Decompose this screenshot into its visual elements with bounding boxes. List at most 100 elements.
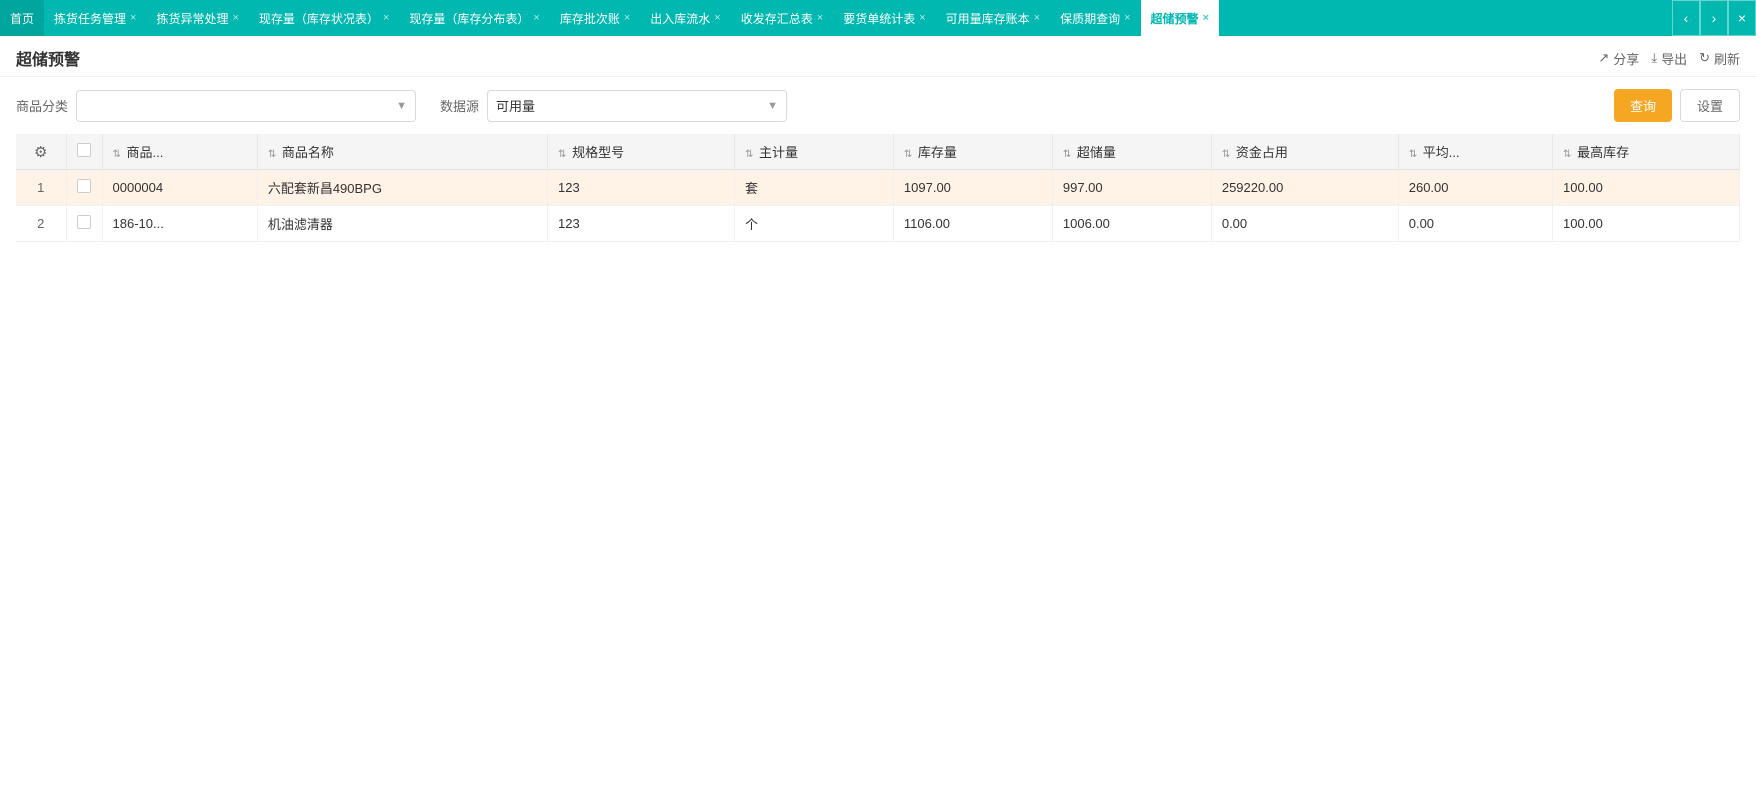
chevron-down-icon: ▼ [396, 100, 407, 112]
refresh-button[interactable]: ↻ 刷新 [1699, 49, 1740, 68]
overstock-table: ⚙ ⇅ 商品... ⇅ 商品名称 ⇅ 规格型号 ⇅ [16, 134, 1740, 242]
nav-item-flow[interactable]: 出入库流水 × [640, 0, 730, 36]
nav-item-stock-status[interactable]: 现存量（库存状况表） × [249, 0, 399, 36]
close-icon[interactable]: × [624, 12, 630, 24]
th-avg[interactable]: ⇅ 平均... [1398, 134, 1552, 170]
table-row: 2 186-10... 机油滤清器 123 个 1106.00 1006.00 … [16, 206, 1740, 242]
data-source-select[interactable]: 可用量 ▼ [487, 90, 787, 122]
share-icon: ↗ [1598, 50, 1609, 66]
unit: 套 [734, 170, 893, 206]
nav-item-expiry[interactable]: 保质期查询 × [1050, 0, 1140, 36]
th-over-qty[interactable]: ⇅ 超储量 [1052, 134, 1211, 170]
header-actions: ↗ 分享 ⤓ 导出 ↻ 刷新 [1598, 49, 1740, 68]
nav-item-exception[interactable]: 拣货异常处理 × [146, 0, 248, 36]
gear-icon[interactable]: ⚙ [34, 144, 47, 161]
close-icon[interactable]: × [533, 12, 539, 24]
page-header: 超储预警 ↗ 分享 ⤓ 导出 ↻ 刷新 [0, 36, 1756, 77]
close-icon[interactable]: × [1034, 12, 1040, 24]
data-source-filter: 数据源 可用量 ▼ [440, 90, 787, 122]
nav-item-task-mgmt[interactable]: 拣货任务管理 × [44, 0, 146, 36]
sort-icon: ⇅ [558, 149, 566, 160]
th-max-stock[interactable]: ⇅ 最高库存 [1553, 134, 1740, 170]
data-source-value: 可用量 [496, 96, 535, 115]
settings-button[interactable]: 设置 [1680, 89, 1740, 122]
th-stock-qty[interactable]: ⇅ 库存量 [893, 134, 1052, 170]
product-name: 机油滤清器 [257, 206, 547, 242]
avg: 260.00 [1398, 170, 1552, 206]
close-icon[interactable]: × [232, 12, 238, 24]
th-product-code[interactable]: ⇅ 商品... [102, 134, 257, 170]
filter-area: 商品分类 ▼ 数据源 可用量 ▼ 查询 设置 [0, 77, 1756, 134]
sort-icon: ⇅ [745, 149, 753, 160]
row-checkbox[interactable] [77, 215, 91, 229]
nav-close-button[interactable]: × [1728, 0, 1756, 36]
th-capital[interactable]: ⇅ 资金占用 [1211, 134, 1398, 170]
query-button[interactable]: 查询 [1614, 89, 1672, 122]
close-icon[interactable]: × [1203, 12, 1209, 24]
nav-item-home[interactable]: 首页 [0, 0, 44, 36]
th-unit[interactable]: ⇅ 主计量 [734, 134, 893, 170]
close-icon[interactable]: × [1124, 12, 1130, 24]
nav-item-summary[interactable]: 收发存汇总表 × [731, 0, 833, 36]
sort-icon: ⇅ [1563, 149, 1571, 160]
close-icon[interactable]: × [714, 12, 720, 24]
product-code: 186-10... [102, 206, 257, 242]
refresh-icon: ↻ [1699, 50, 1710, 66]
spec: 123 [548, 206, 735, 242]
filter-buttons: 查询 设置 [1614, 89, 1740, 122]
row-checkbox-cell[interactable] [66, 170, 102, 206]
nav-item-avail-stock[interactable]: 可用量库存账本 × [936, 0, 1050, 36]
chevron-down-icon: ▼ [767, 100, 778, 112]
top-navigation: 首页 拣货任务管理 × 拣货异常处理 × 现存量（库存状况表） × 现存量（库存… [0, 0, 1756, 36]
row-checkbox[interactable] [77, 179, 91, 193]
sort-icon: ⇅ [1409, 149, 1417, 160]
nav-item-overstock[interactable]: 超储预警 × [1141, 0, 1219, 36]
th-index: ⚙ [16, 134, 66, 170]
nav-item-order-stat[interactable]: 要货单统计表 × [833, 0, 935, 36]
stock-qty: 1097.00 [893, 170, 1052, 206]
nav-item-batch[interactable]: 库存批次账 × [550, 0, 640, 36]
capital-occupy: 259220.00 [1211, 170, 1398, 206]
max-stock: 100.00 [1553, 170, 1740, 206]
unit: 个 [734, 206, 893, 242]
close-icon[interactable]: × [130, 12, 136, 24]
data-source-label: 数据源 [440, 96, 479, 115]
product-category-label: 商品分类 [16, 96, 68, 115]
close-icon[interactable]: × [817, 12, 823, 24]
sort-icon: ⇅ [113, 149, 121, 160]
over-qty: 1006.00 [1052, 206, 1211, 242]
close-icon[interactable]: × [383, 12, 389, 24]
stock-qty: 1106.00 [893, 206, 1052, 242]
export-button[interactable]: ⤓ 导出 [1651, 49, 1687, 68]
nav-prev-button[interactable]: ‹ [1672, 0, 1700, 36]
product-category-select[interactable]: ▼ [76, 90, 416, 122]
product-code: 0000004 [102, 170, 257, 206]
sort-icon: ⇅ [1222, 149, 1230, 160]
page-title: 超储预警 [16, 46, 80, 70]
sort-icon: ⇅ [1063, 149, 1071, 160]
select-all-checkbox[interactable] [77, 143, 91, 157]
export-icon: ⤓ [1651, 50, 1657, 66]
nav-item-stock-dist[interactable]: 现存量（库存分布表） × [399, 0, 549, 36]
sort-icon: ⇅ [268, 149, 276, 160]
nav-arrows: ‹ › × [1672, 0, 1756, 36]
product-category-filter: 商品分类 ▼ [16, 90, 416, 122]
row-index: 1 [16, 170, 66, 206]
th-product-name[interactable]: ⇅ 商品名称 [257, 134, 547, 170]
nav-next-button[interactable]: › [1700, 0, 1728, 36]
avg: 0.00 [1398, 206, 1552, 242]
over-qty: 997.00 [1052, 170, 1211, 206]
max-stock: 100.00 [1553, 206, 1740, 242]
th-checkbox[interactable] [66, 134, 102, 170]
capital-occupy: 0.00 [1211, 206, 1398, 242]
close-icon[interactable]: × [919, 12, 925, 24]
table-header-row: ⚙ ⇅ 商品... ⇅ 商品名称 ⇅ 规格型号 ⇅ [16, 134, 1740, 170]
spec: 123 [548, 170, 735, 206]
table-row: 1 0000004 六配套新昌490BPG 123 套 1097.00 997.… [16, 170, 1740, 206]
share-button[interactable]: ↗ 分享 [1598, 49, 1639, 68]
product-name: 六配套新昌490BPG [257, 170, 547, 206]
th-spec[interactable]: ⇅ 规格型号 [548, 134, 735, 170]
table-container: ⚙ ⇅ 商品... ⇅ 商品名称 ⇅ 规格型号 ⇅ [0, 134, 1756, 242]
sort-icon: ⇅ [904, 149, 912, 160]
row-checkbox-cell[interactable] [66, 206, 102, 242]
